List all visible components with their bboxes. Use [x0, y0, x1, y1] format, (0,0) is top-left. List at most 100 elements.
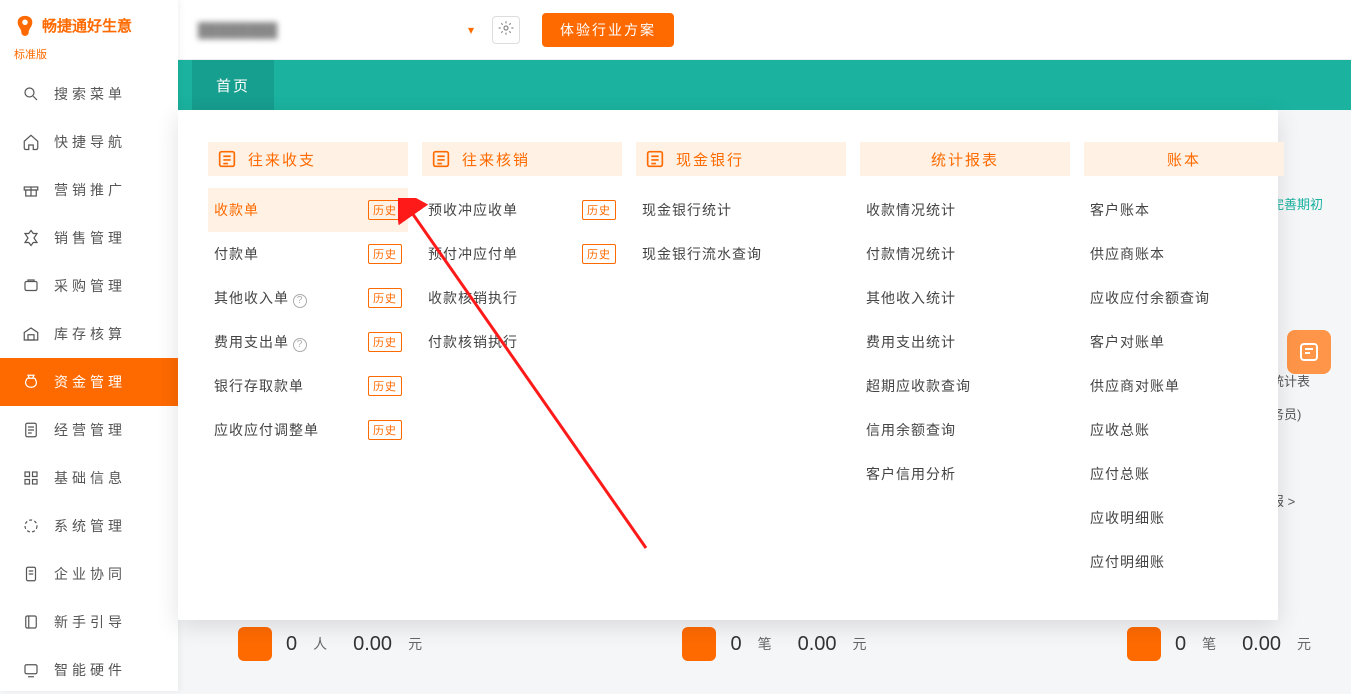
tab-home[interactable]: 首页 [192, 60, 274, 110]
mega-column: 现金银行现金银行统计现金银行流水查询 [636, 142, 846, 584]
mega-menu-item-label: 应收总账 [1090, 420, 1150, 440]
mega-menu-item[interactable]: 费用支出单? 历史 [208, 320, 408, 364]
mega-menu-item-label: 其他收入单? [214, 288, 307, 308]
mega-menu-item-label: 供应商账本 [1090, 244, 1165, 264]
chevron-down-icon[interactable]: ▾ [468, 23, 474, 37]
history-tag[interactable]: 历史 [582, 244, 616, 264]
mega-menu-item-label: 客户信用分析 [866, 464, 956, 484]
mega-menu-item[interactable]: 银行存取款单 历史 [208, 364, 408, 408]
mega-menu-item-label: 付款单 [214, 244, 259, 264]
mega-menu-item[interactable]: 客户账本 [1084, 188, 1284, 232]
mega-menu-item[interactable]: 超期应收款查询 [860, 364, 1070, 408]
sales-icon [22, 229, 40, 247]
sidebar-item-search[interactable]: 搜索菜单 [0, 70, 178, 118]
mega-menu-item[interactable]: 其他收入单? 历史 [208, 276, 408, 320]
mega-menu-item[interactable]: 应收总账 [1084, 408, 1284, 452]
device-icon [22, 661, 40, 679]
mega-menu-item[interactable]: 付款单 历史 [208, 232, 408, 276]
mega-menu-item[interactable]: 现金银行统计 [636, 188, 846, 232]
history-tag[interactable]: 历史 [368, 376, 402, 396]
brand-logo-icon [14, 14, 36, 36]
mega-menu-item[interactable]: 应收应付余额查询 [1084, 276, 1284, 320]
mega-menu-item[interactable]: 现金银行流水查询 [636, 232, 846, 276]
sidebar-item-purchase[interactable]: 采购管理 [0, 262, 178, 310]
tenant-name[interactable]: ████████ [198, 22, 458, 38]
stat-block: 0笔 0.00元 [1127, 627, 1311, 661]
sidebar-item-basic[interactable]: 基础信息 [0, 454, 178, 502]
mega-menu-item[interactable]: 应收应付调整单历史 [208, 408, 408, 452]
home-icon [22, 133, 40, 151]
history-tag[interactable]: 历史 [368, 420, 402, 440]
mega-menu-item[interactable]: 其他收入统计 [860, 276, 1070, 320]
sidebar-item-label: 系统管理 [54, 516, 126, 536]
help-icon[interactable]: ? [293, 338, 307, 352]
stat-icon [1127, 627, 1161, 661]
mega-menu-item[interactable]: 客户对账单 [1084, 320, 1284, 364]
history-tag[interactable]: 历史 [368, 288, 402, 308]
mega-menu-item-label: 收款单 [214, 200, 259, 220]
stat-icon [238, 627, 272, 661]
mega-menu-item[interactable]: 收款情况统计 [860, 188, 1070, 232]
mega-menu-item[interactable]: 供应商账本 [1084, 232, 1284, 276]
brand-name: 畅捷通好生意 [42, 15, 132, 36]
mega-menu-item[interactable]: 预收冲应收单 历史 [422, 188, 622, 232]
sidebar-item-label: 基础信息 [54, 468, 126, 488]
money-bag-icon [22, 373, 40, 391]
sidebar-item-label: 智能硬件 [54, 660, 126, 680]
sidebar-item-label: 搜索菜单 [54, 84, 126, 104]
mega-menu-item-label: 应收明细账 [1090, 508, 1165, 528]
mega-menu-item-label: 现金银行统计 [642, 200, 732, 220]
sidebar-item-sales[interactable]: 销售管理 [0, 214, 178, 262]
sidebar-item-marketing[interactable]: 营销推广 [0, 166, 178, 214]
settings-button[interactable] [492, 16, 520, 44]
sidebar-item-coop[interactable]: 企业协同 [0, 550, 178, 598]
mega-menu-item[interactable]: 客户信用分析 [860, 452, 1070, 496]
sidebar-item-guide[interactable]: 新手引导 [0, 598, 178, 646]
mega-menu-item[interactable]: 供应商对账单 [1084, 364, 1284, 408]
mega-menu-item-label: 应收应付余额查询 [1090, 288, 1210, 308]
mega-menu-item-label: 银行存取款单 [214, 376, 304, 396]
sidebar-item-operation[interactable]: 经营管理 [0, 406, 178, 454]
mega-menu-item[interactable]: 预付冲应付单 历史 [422, 232, 622, 276]
mega-menu-item[interactable]: 费用支出统计 [860, 320, 1070, 364]
mega-menu-item-label: 其他收入统计 [866, 288, 956, 308]
mega-menu-item[interactable]: 收款核销执行 [422, 276, 622, 320]
mega-menu-item[interactable]: 付款情况统计 [860, 232, 1070, 276]
finance-mega-menu: 往来收支收款单历史付款单历史其他收入单?历史费用支出单?历史银行存取款单历史应收… [178, 110, 1278, 620]
mega-column: 账本客户账本供应商账本应收应付余额查询客户对账单供应商对账单应收总账应付总账应收… [1084, 142, 1284, 584]
history-tag[interactable]: 历史 [368, 332, 402, 352]
history-tag[interactable]: 历史 [368, 200, 402, 220]
search-icon [22, 85, 40, 103]
mega-menu-item-label: 预收冲应收单 [428, 200, 518, 220]
mega-menu-item-label: 付款核销执行 [428, 332, 518, 352]
help-icon[interactable]: ? [293, 294, 307, 308]
stat-block: 0人 0.00元 [238, 627, 422, 661]
stat-block: 0笔 0.00元 [682, 627, 866, 661]
mega-column-title: 往来核销 [462, 149, 530, 170]
sidebar-item-finance[interactable]: 资金管理 [0, 358, 178, 406]
mega-menu-item-label: 收款核销执行 [428, 288, 518, 308]
history-tag[interactable]: 历史 [582, 200, 616, 220]
experience-plan-button[interactable]: 体验行业方案 [542, 13, 674, 47]
mega-column-title: 账本 [1167, 149, 1201, 170]
mega-menu-item-label: 预付冲应付单 [428, 244, 518, 264]
mega-menu-item[interactable]: 应付明细账 [1084, 540, 1284, 584]
float-shortcut-icon[interactable] [1287, 330, 1331, 374]
grid-icon [22, 469, 40, 487]
mega-column: 统计报表收款情况统计付款情况统计其他收入统计费用支出统计超期应收款查询信用余额查… [860, 142, 1070, 584]
mega-menu-item[interactable]: 信用余额查询 [860, 408, 1070, 452]
mega-menu-item[interactable]: 收款单 历史 [208, 188, 408, 232]
brand-edition: 标准版 [0, 46, 178, 62]
mega-menu-item-label: 费用支出单? [214, 332, 307, 352]
sidebar-item-inventory[interactable]: 库存核算 [0, 310, 178, 358]
cart-icon [22, 277, 40, 295]
sidebar-item-quicknav[interactable]: 快捷导航 [0, 118, 178, 166]
mega-menu-item[interactable]: 应付总账 [1084, 452, 1284, 496]
mega-menu-item[interactable]: 付款核销执行 [422, 320, 622, 364]
history-tag[interactable]: 历史 [368, 244, 402, 264]
sidebar-item-hardware[interactable]: 智能硬件 [0, 646, 178, 694]
sidebar-nav: 搜索菜单 快捷导航 营销推广 销售管理 采购管理 库存核算 资金管理 经营管理 [0, 70, 178, 694]
mega-menu-item[interactable]: 应收明细账 [1084, 496, 1284, 540]
doc-icon [644, 148, 666, 170]
sidebar-item-system[interactable]: 系统管理 [0, 502, 178, 550]
